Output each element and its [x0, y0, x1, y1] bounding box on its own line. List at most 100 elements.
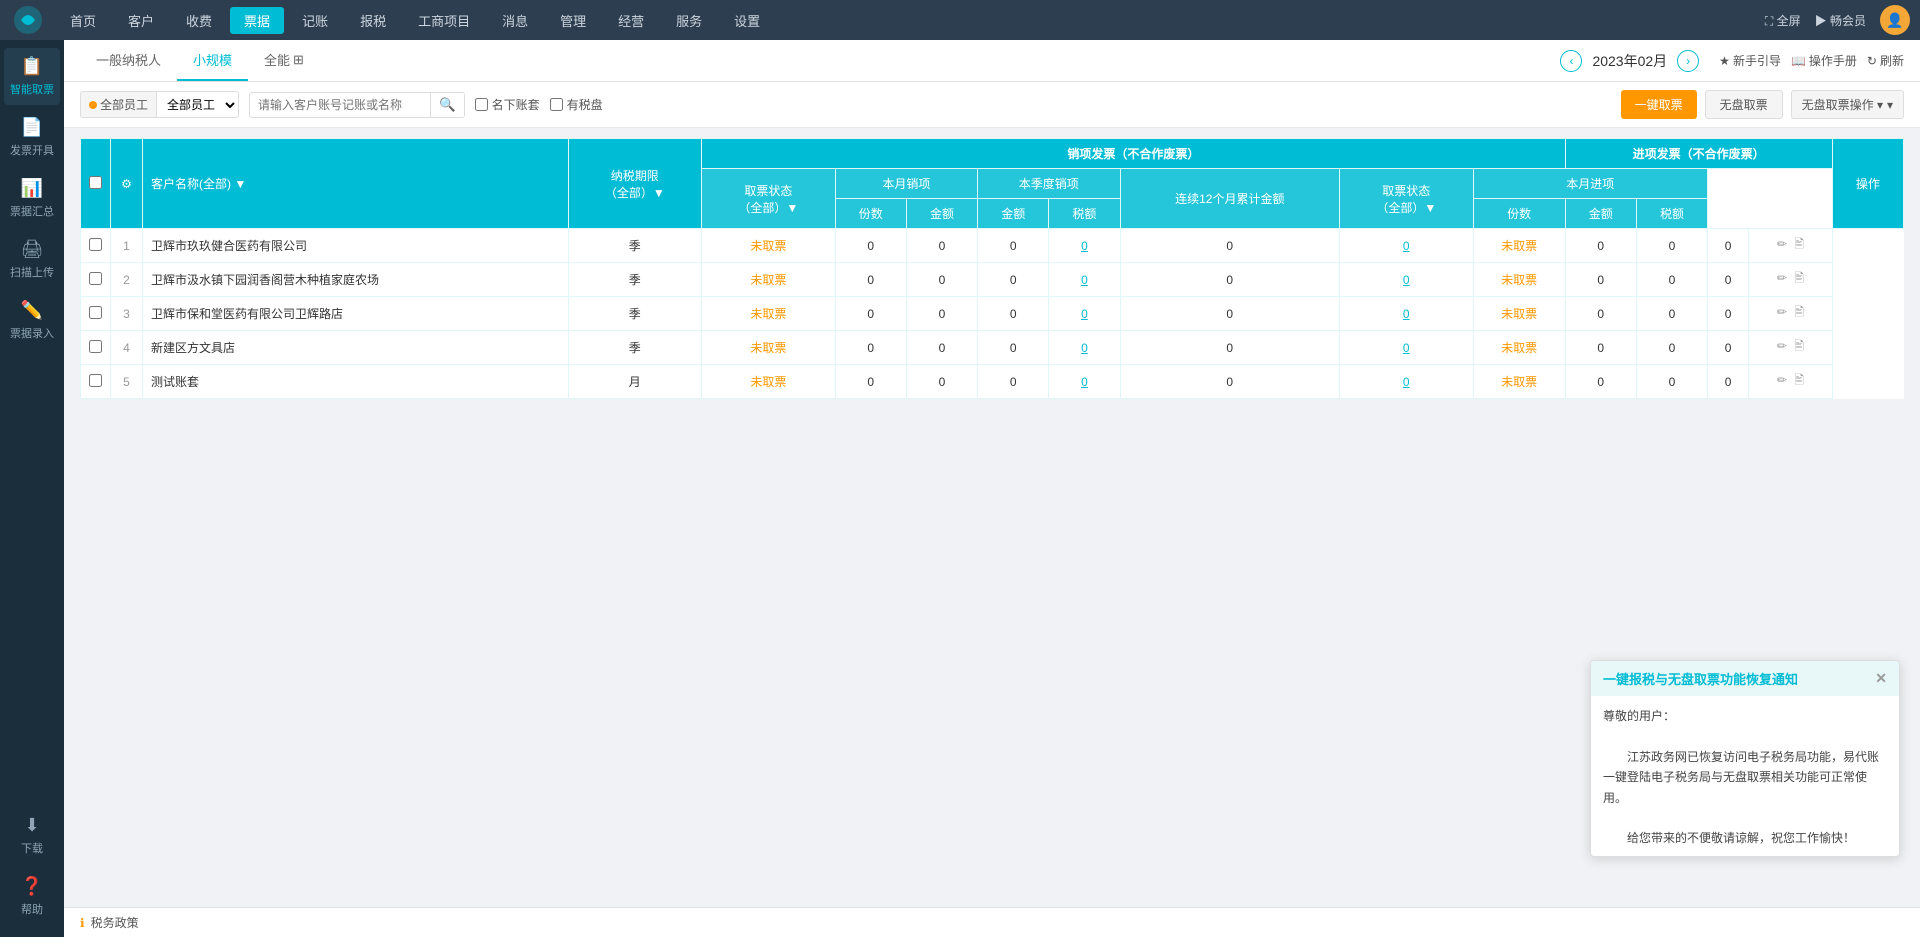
row-out-month-amount: 0 — [906, 229, 977, 263]
nav-item-business[interactable]: 工商项目 — [404, 7, 484, 34]
row-out-month-amount: 0 — [906, 297, 977, 331]
th-settings: ⚙ — [111, 139, 143, 229]
row-in-month-tax: 0 — [1708, 365, 1749, 399]
vip-btn[interactable]: ▶ 畅会员 — [1815, 12, 1866, 29]
checkbox-subaccount[interactable]: 名下账套 — [475, 96, 540, 113]
checkbox-taxdisk[interactable]: 有税盘 — [550, 96, 603, 113]
notification-body: 尊敬的用户： 江苏政务网已恢复访问电子税务局功能，易代账一键登陆电子税务局与无盘… — [1591, 696, 1899, 856]
nav-item-billing[interactable]: 收费 — [172, 7, 226, 34]
taxdisk-checkbox[interactable] — [550, 98, 563, 111]
row-in-status: 未取票 — [1473, 297, 1565, 331]
nav-item-operation[interactable]: 经营 — [604, 7, 658, 34]
row-in-month-count: 0 — [1565, 331, 1636, 365]
subaccount-checkbox[interactable] — [475, 98, 488, 111]
table-row: 4 新建区方文具店 季 未取票 0 0 0 0 0 0 未取票 0 0 0 ✏ … — [81, 331, 1904, 365]
sidebar-item-download[interactable]: ⬇ 下载 — [4, 807, 60, 864]
fullscreen-btn[interactable]: ⛶ 全屏 — [1765, 12, 1801, 29]
nav-item-settings[interactable]: 设置 — [720, 7, 774, 34]
row-edit-icon[interactable]: ✏ — [1777, 373, 1787, 387]
scan-icon: 🖨 — [21, 239, 44, 260]
row-checkbox-cell — [81, 365, 111, 399]
th-out-month-count: 份数 — [835, 199, 906, 229]
row-in-month-count: 0 — [1565, 263, 1636, 297]
diskless-ticket-btn[interactable]: 无盘取票 — [1705, 90, 1783, 119]
row-period: 季 — [568, 297, 702, 331]
sidebar-item-issue[interactable]: 📄 发票开具 — [4, 109, 60, 166]
th-period: 纳税期限（全部）▼ — [568, 139, 702, 229]
sidebar-item-entry[interactable]: ✏️ 票据录入 — [4, 292, 60, 349]
row-period: 季 — [568, 331, 702, 365]
row-no: 5 — [111, 365, 143, 399]
row-edit-icon[interactable]: ✏ — [1777, 339, 1787, 353]
row-out-quarter-tax: 0 — [1120, 365, 1339, 399]
sidebar-item-help[interactable]: ❓ 帮助 — [4, 868, 60, 925]
nav-item-message[interactable]: 消息 — [488, 7, 542, 34]
row-out-month-amount: 0 — [906, 331, 977, 365]
dropdown-chevron-icon: ▾ — [1887, 98, 1893, 112]
notification-title: 一键报税与无盘取票功能恢复通知 — [1603, 669, 1798, 688]
row-period: 月 — [568, 365, 702, 399]
notification-close-btn[interactable]: ✕ — [1875, 670, 1887, 687]
row-name: 卫辉市玖玖健合医药有限公司 — [143, 229, 569, 263]
search-input[interactable] — [250, 94, 430, 116]
row-edit-icon[interactable]: ✏ — [1777, 305, 1787, 319]
row-detail-icon[interactable]: 🖹 — [1794, 237, 1804, 251]
row-detail-icon[interactable]: 🖹 — [1794, 339, 1804, 353]
sidebar: 📋 智能取票 📄 发票开具 📊 票据汇总 🖨 扫描上传 ✏️ 票据录入 ⬇ 下载… — [0, 40, 64, 937]
row-out-month-amount: 0 — [906, 365, 977, 399]
nav-item-tax[interactable]: 报税 — [346, 7, 400, 34]
employee-filter-label: 全部员工 — [81, 92, 157, 117]
th-out-month: 本月销项 — [835, 169, 977, 199]
nav-item-bookkeeping[interactable]: 记账 — [288, 7, 342, 34]
tab-general-taxpayer[interactable]: 一般纳税人 — [80, 40, 177, 81]
row-actions: ✏ 🖹 — [1749, 229, 1832, 263]
select-all-checkbox[interactable] — [89, 176, 102, 189]
table-row: 3 卫辉市保和堂医药有限公司卫辉路店 季 未取票 0 0 0 0 0 0 未取票… — [81, 297, 1904, 331]
one-click-ticket-btn[interactable]: 一键取票 — [1621, 90, 1697, 119]
sidebar-bottom: ⬇ 下载 ❓ 帮助 — [0, 807, 64, 937]
th-in-month-tax: 税额 — [1636, 199, 1707, 229]
row-out-quarter-amount: 0 — [1049, 263, 1120, 297]
search-btn[interactable]: 🔍 — [430, 93, 464, 117]
tab-all[interactable]: 全能 ⊞ — [248, 40, 320, 81]
th-in-month: 本月进项 — [1473, 169, 1708, 199]
row-checkbox[interactable] — [89, 340, 102, 353]
row-edit-icon[interactable]: ✏ — [1777, 271, 1787, 285]
tab-small-scale[interactable]: 小规模 — [177, 40, 248, 81]
top-nav: 首页 客户 收费 票据 记账 报税 工商项目 消息 管理 经营 服务 设置 ⛶ … — [0, 0, 1920, 40]
nav-item-home[interactable]: 首页 — [56, 7, 110, 34]
row-actions: ✏ 🖹 — [1749, 331, 1832, 365]
nav-item-management[interactable]: 管理 — [546, 7, 600, 34]
new-guide-btn[interactable]: ★ 新手引导 — [1719, 52, 1781, 69]
manual-btn[interactable]: 📖 操作手册 — [1791, 52, 1857, 69]
entry-icon: ✏️ — [21, 300, 43, 321]
refresh-btn[interactable]: ↻ 刷新 — [1867, 52, 1904, 69]
nav-item-service[interactable]: 服务 — [662, 7, 716, 34]
row-in-month-amount: 0 — [1636, 297, 1707, 331]
row-out-quarter-tax: 0 — [1120, 331, 1339, 365]
tax-policy-link[interactable]: 税务政策 — [91, 914, 139, 931]
row-detail-icon[interactable]: 🖹 — [1794, 305, 1804, 319]
row-detail-icon[interactable]: 🖹 — [1794, 271, 1804, 285]
row-edit-icon[interactable]: ✏ — [1777, 237, 1787, 251]
app-logo — [10, 2, 46, 38]
row-out-status: 未取票 — [702, 297, 836, 331]
employee-select[interactable]: 全部员工 — [157, 93, 238, 117]
sidebar-item-summary[interactable]: 📊 票据汇总 — [4, 170, 60, 227]
tab-all-label: 全能 — [264, 50, 290, 69]
nav-item-invoice[interactable]: 票据 — [230, 7, 284, 34]
row-checkbox[interactable] — [89, 374, 102, 387]
period-prev-btn[interactable]: ‹ — [1560, 50, 1582, 72]
period-next-btn[interactable]: › — [1677, 50, 1699, 72]
row-checkbox[interactable] — [89, 238, 102, 251]
notification-popup: 一键报税与无盘取票功能恢复通知 ✕ 尊敬的用户： 江苏政务网已恢复访问电子税务局… — [1590, 660, 1900, 857]
sidebar-item-smart-invoice[interactable]: 📋 智能取票 — [4, 48, 60, 105]
row-checkbox[interactable] — [89, 272, 102, 285]
diskless-operation-btn[interactable]: 无盘取票操作 ▾ ▾ — [1791, 90, 1904, 119]
row-checkbox[interactable] — [89, 306, 102, 319]
avatar[interactable]: 👤 — [1880, 5, 1910, 35]
sidebar-item-scan[interactable]: 🖨 扫描上传 — [4, 231, 60, 288]
row-detail-icon[interactable]: 🖹 — [1794, 373, 1804, 387]
row-year-total: 0 — [1340, 263, 1474, 297]
nav-item-client[interactable]: 客户 — [114, 7, 168, 34]
